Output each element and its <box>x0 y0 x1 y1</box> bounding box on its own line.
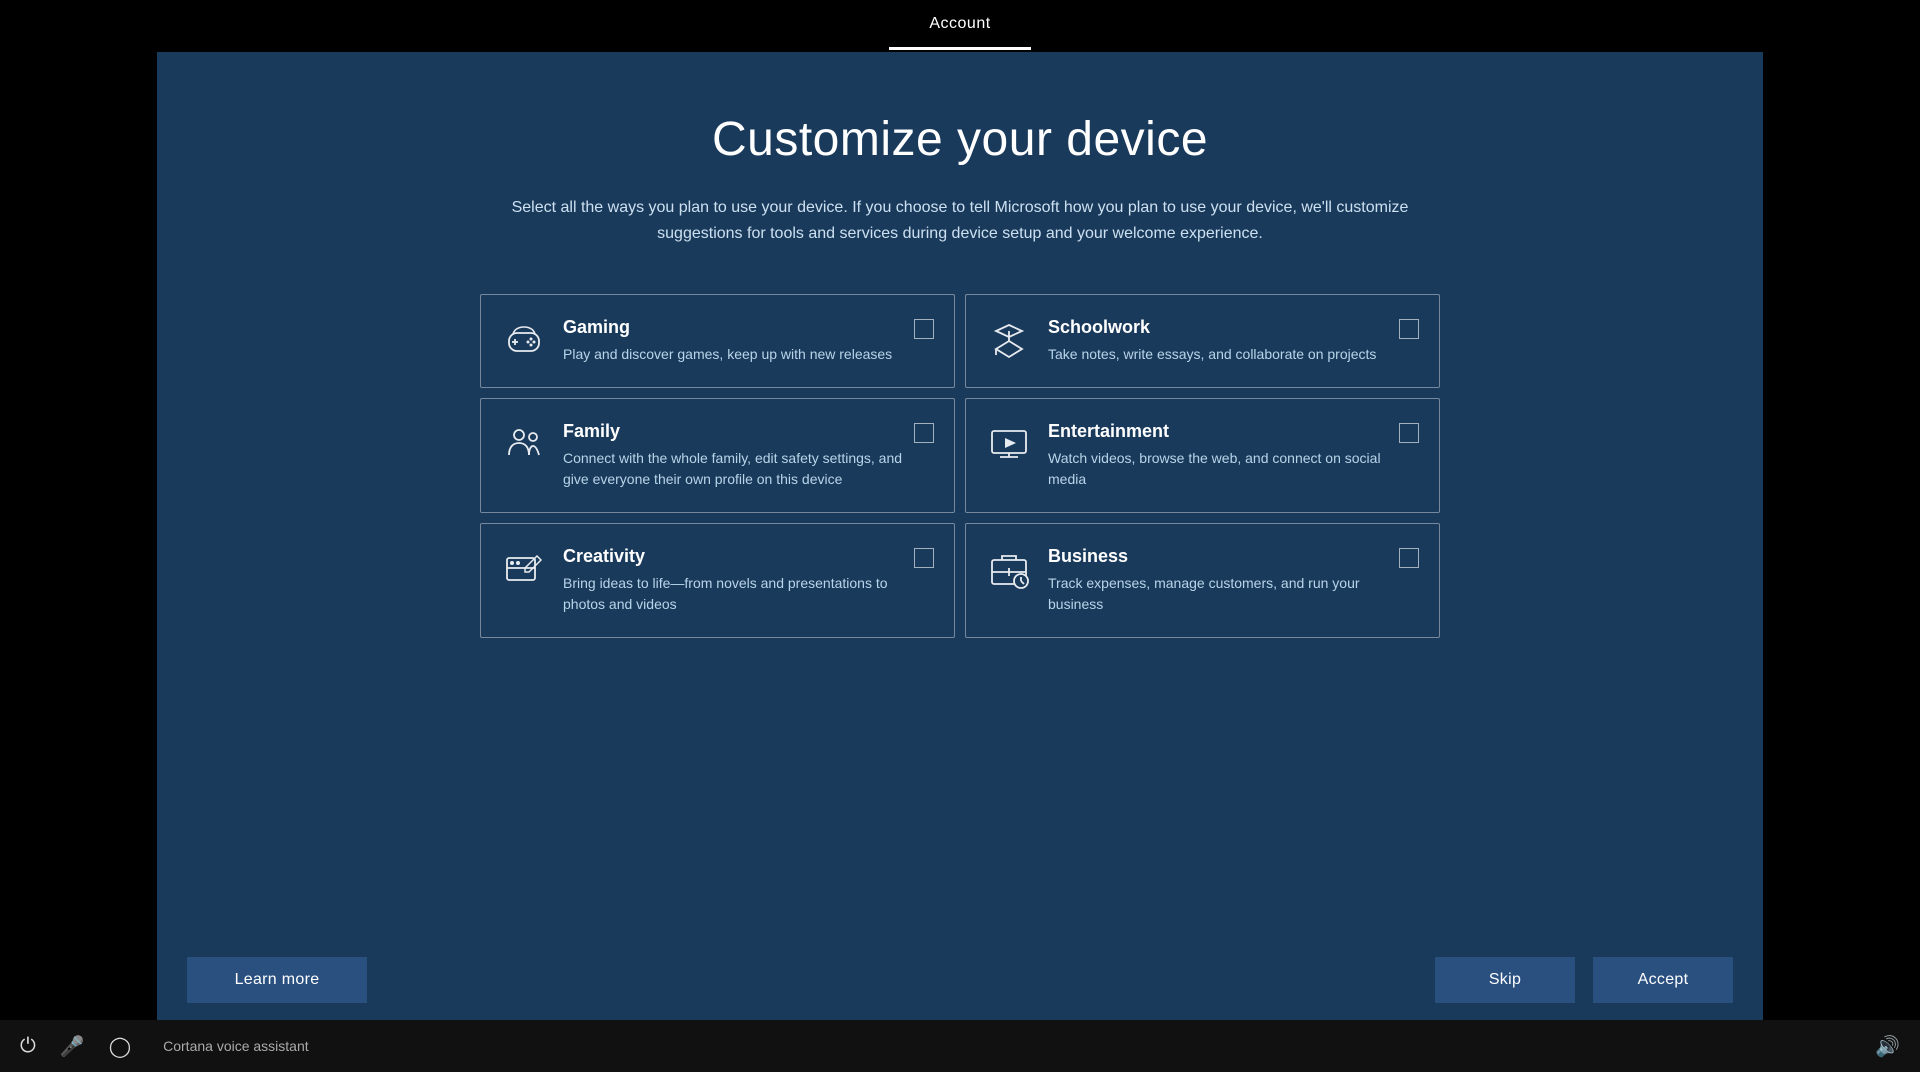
top-bar: Account <box>0 0 1920 50</box>
creativity-icon <box>501 546 547 592</box>
schoolwork-icon <box>986 317 1032 363</box>
family-title: Family <box>563 421 904 442</box>
schoolwork-title: Schoolwork <box>1048 317 1389 338</box>
taskbar: ⏻ 🎤 ◯ Cortana voice assistant 🔊 <box>0 1020 1920 1072</box>
entertainment-desc: Watch videos, browse the web, and connec… <box>1048 448 1389 490</box>
business-card-text: Business Track expenses, manage customer… <box>1048 546 1389 615</box>
learn-more-button[interactable]: Learn more <box>187 957 367 1003</box>
schoolwork-desc: Take notes, write essays, and collaborat… <box>1048 344 1389 365</box>
entertainment-card-text: Entertainment Watch videos, browse the w… <box>1048 421 1389 490</box>
creativity-card-text: Creativity Bring ideas to life—from nove… <box>563 546 904 615</box>
volume-icon[interactable]: 🔊 <box>1875 1034 1900 1059</box>
gaming-card[interactable]: Gaming Play and discover games, keep up … <box>480 294 955 388</box>
cortana-icon[interactable]: ◯ <box>109 1034 131 1059</box>
gaming-title: Gaming <box>563 317 904 338</box>
business-checkbox[interactable] <box>1399 548 1419 568</box>
gaming-checkbox[interactable] <box>914 319 934 339</box>
skip-button[interactable]: Skip <box>1435 957 1575 1003</box>
family-checkbox[interactable] <box>914 423 934 443</box>
microphone-icon[interactable]: 🎤 <box>60 1034 85 1059</box>
creativity-title: Creativity <box>563 546 904 567</box>
page-title: Customize your device <box>712 112 1208 167</box>
business-title: Business <box>1048 546 1389 567</box>
business-card[interactable]: Business Track expenses, manage customer… <box>965 523 1440 638</box>
main-window: Customize your device Select all the way… <box>157 52 1763 1020</box>
creativity-desc: Bring ideas to life—from novels and pres… <box>563 573 904 615</box>
family-icon <box>501 421 547 467</box>
entertainment-card[interactable]: Entertainment Watch videos, browse the w… <box>965 398 1440 513</box>
account-tab[interactable]: Account <box>889 1 1030 50</box>
schoolwork-card[interactable]: Schoolwork Take notes, write essays, and… <box>965 294 1440 388</box>
gaming-card-text: Gaming Play and discover games, keep up … <box>563 317 904 365</box>
gaming-icon <box>501 317 547 363</box>
entertainment-icon <box>986 421 1032 467</box>
cortana-label: Cortana voice assistant <box>163 1038 309 1054</box>
content-area: Customize your device Select all the way… <box>157 52 1763 940</box>
entertainment-checkbox[interactable] <box>1399 423 1419 443</box>
family-card-text: Family Connect with the whole family, ed… <box>563 421 904 490</box>
power-icon[interactable]: ⏻ <box>20 1035 36 1058</box>
schoolwork-card-text: Schoolwork Take notes, write essays, and… <box>1048 317 1389 365</box>
family-card[interactable]: Family Connect with the whole family, ed… <box>480 398 955 513</box>
cards-grid: Gaming Play and discover games, keep up … <box>480 294 1440 638</box>
creativity-checkbox[interactable] <box>914 548 934 568</box>
schoolwork-checkbox[interactable] <box>1399 319 1419 339</box>
page-description: Select all the ways you plan to use your… <box>510 195 1410 246</box>
right-buttons: Skip Accept <box>1435 957 1733 1003</box>
gaming-desc: Play and discover games, keep up with ne… <box>563 344 904 365</box>
taskbar-left: ⏻ 🎤 ◯ Cortana voice assistant <box>20 1034 309 1059</box>
family-desc: Connect with the whole family, edit safe… <box>563 448 904 490</box>
business-icon <box>986 546 1032 592</box>
business-desc: Track expenses, manage customers, and ru… <box>1048 573 1389 615</box>
bottom-bar: Learn more Skip Accept <box>157 940 1763 1020</box>
creativity-card[interactable]: Creativity Bring ideas to life—from nove… <box>480 523 955 638</box>
entertainment-title: Entertainment <box>1048 421 1389 442</box>
accept-button[interactable]: Accept <box>1593 957 1733 1003</box>
